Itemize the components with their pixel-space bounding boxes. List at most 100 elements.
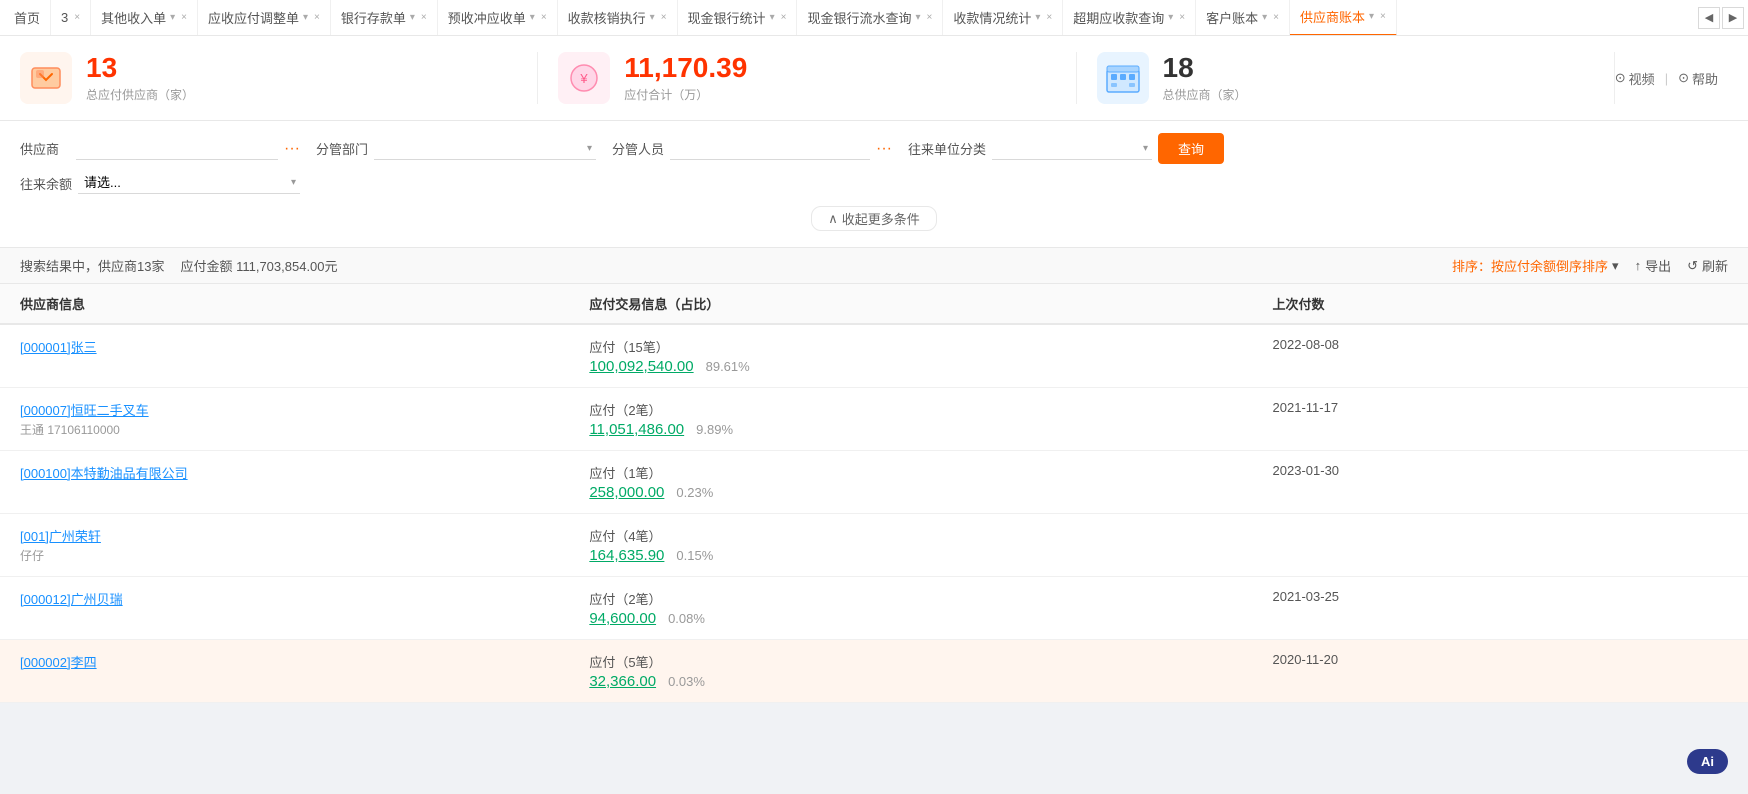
- supplier-link-5[interactable]: [000012]广州贝瑞: [20, 589, 589, 608]
- person-filter-dots[interactable]: ···: [876, 140, 892, 158]
- summary-payable-total: ¥ 11,170.39 应付合计（万）: [538, 52, 1076, 104]
- summary-payable-suppliers: 13 总应付供应商（家）: [20, 52, 538, 104]
- person-filter-input[interactable]: [670, 138, 870, 160]
- tab-3-close[interactable]: ×: [74, 12, 80, 23]
- th-lastpay: 上次付数: [1273, 294, 1728, 313]
- nav-tab-supplier-account[interactable]: 供应商账本 ▾ ×: [1290, 0, 1397, 36]
- collapse-btn-area: ∧ 收起更多条件: [20, 202, 1728, 239]
- overdue-query-label: 超期应收款查询: [1073, 8, 1164, 27]
- prepay-close[interactable]: ×: [541, 12, 547, 23]
- trans-amount-3[interactable]: 258,000.00: [589, 484, 664, 501]
- receipt-close[interactable]: ×: [661, 12, 667, 23]
- payable-adjust-close[interactable]: ×: [314, 12, 320, 23]
- payable-total-text: 11,170.39 应付合计（万）: [624, 53, 747, 103]
- trans-amount-2[interactable]: 11,051,486.00: [589, 421, 684, 438]
- balance-select-wrapper: 请选... ▾: [78, 172, 300, 194]
- collection-close[interactable]: ×: [1046, 12, 1052, 23]
- nav-tab-3[interactable]: 3 ×: [51, 0, 91, 36]
- td-transaction-4: 应付（4笔） 164,635.90 0.15%: [589, 526, 1272, 564]
- payable-adjust-arrow: ▾: [303, 12, 308, 23]
- nav-next-btn[interactable]: ▶: [1722, 7, 1744, 29]
- refresh-label: 刷新: [1702, 256, 1728, 275]
- filter-area: 供应商 ··· 分管部门 ▾ 分管人员 ··· 往来单位分类: [0, 121, 1748, 248]
- th-supplier: 供应商信息: [20, 294, 589, 313]
- person-filter-label: 分管人员: [612, 139, 664, 158]
- nav-tab-overdue-query[interactable]: 超期应收款查询 ▾ ×: [1063, 0, 1196, 36]
- supplier-account-label: 供应商账本: [1300, 7, 1365, 26]
- other-income-close[interactable]: ×: [181, 12, 187, 23]
- home-label: 首页: [14, 8, 40, 27]
- help-link[interactable]: ⊙ 帮助: [1678, 69, 1718, 88]
- td-supplier-2: [000007]恒旺二手叉车 王通 17106110000: [20, 400, 589, 438]
- result-text2: 应付金额 111,703,854.00元: [180, 256, 337, 275]
- supplier-link-1[interactable]: [000001]张三: [20, 337, 589, 356]
- trans-amount-4[interactable]: 164,635.90: [589, 547, 664, 564]
- td-transaction-1: 应付（15笔） 100,092,540.00 89.61%: [589, 337, 1272, 375]
- overdue-arrow: ▾: [1168, 12, 1173, 23]
- last-pay-date-5: 2021-03-25: [1273, 589, 1340, 604]
- cash-stat-close[interactable]: ×: [781, 12, 787, 23]
- ai-badge[interactable]: Ai: [1687, 749, 1728, 774]
- supplier-link-3[interactable]: [000100]本特勤油品有限公司: [20, 463, 589, 482]
- trans-pct-6: 0.03%: [668, 674, 705, 689]
- query-button[interactable]: 查询: [1158, 133, 1224, 164]
- result-bar: 搜索结果中，供应商13家 应付金额 111,703,854.00元 排序：按应付…: [0, 248, 1748, 284]
- supplier-link-2[interactable]: [000007]恒旺二手叉车: [20, 400, 589, 419]
- payable-total-label: 应付合计（万）: [624, 86, 747, 103]
- dept-filter-label: 分管部门: [316, 139, 368, 158]
- nav-tab-cash-bank-flow[interactable]: 现金银行流水查询 ▾ ×: [797, 0, 943, 36]
- td-supplier-6: [000002]李四: [20, 652, 589, 671]
- refresh-btn[interactable]: ↺ 刷新: [1687, 256, 1728, 275]
- nav-prev-btn[interactable]: ◀: [1698, 7, 1720, 29]
- trans-pct-4: 0.15%: [676, 548, 713, 563]
- table-row: [000002]李四 应付（5笔） 32,366.00 0.03% 2020-1…: [0, 640, 1748, 703]
- last-pay-date-1: 2022-08-08: [1273, 337, 1340, 352]
- other-income-label: 其他收入单: [101, 8, 166, 27]
- td-lastpay-3: 2023-01-30: [1273, 463, 1728, 478]
- trans-label-3: 应付（1笔）: [589, 463, 1272, 482]
- bank-deposit-close[interactable]: ×: [421, 12, 427, 23]
- supplier-filter-label: 供应商: [20, 139, 70, 158]
- balance-select[interactable]: 请选...: [78, 172, 300, 193]
- nav-tab-home[interactable]: 首页: [4, 0, 51, 36]
- trans-amount-1[interactable]: 100,092,540.00: [589, 358, 693, 375]
- result-info: 搜索结果中，供应商13家 应付金额 111,703,854.00元: [20, 256, 338, 275]
- person-filter-item: 分管人员 ···: [612, 138, 892, 160]
- nav-tab-bank-deposit[interactable]: 银行存款单 ▾ ×: [331, 0, 438, 36]
- nav-tab-cash-bank-stat[interactable]: 现金银行统计 ▾ ×: [678, 0, 798, 36]
- overdue-close[interactable]: ×: [1179, 12, 1185, 23]
- nav-tab-other-income[interactable]: 其他收入单 ▾ ×: [91, 0, 198, 36]
- supplier-sub-4: 仔仔: [20, 547, 589, 564]
- collapse-up-icon: ∧: [828, 211, 838, 227]
- flow-close[interactable]: ×: [926, 12, 932, 23]
- nav-tab-payable-adjust[interactable]: 应收应付调整单 ▾ ×: [198, 0, 331, 36]
- trans-amount-5[interactable]: 94,600.00: [589, 610, 656, 627]
- nav-tab-customer-account[interactable]: 客户账本 ▾ ×: [1196, 0, 1290, 36]
- supplier-link-4[interactable]: [001]广州荣轩: [20, 526, 589, 545]
- export-btn[interactable]: ↑ 导出: [1635, 256, 1672, 275]
- td-transaction-5: 应付（2笔） 94,600.00 0.08%: [589, 589, 1272, 627]
- video-link[interactable]: ⊙ 视频: [1615, 69, 1655, 88]
- customer-close[interactable]: ×: [1273, 12, 1279, 23]
- nav-tab-prepay-collection[interactable]: 预收冲应收单 ▾ ×: [438, 0, 558, 36]
- sort-label[interactable]: 排序：按应付余额倒序排序 ▾: [1452, 256, 1619, 275]
- dept-select[interactable]: [374, 138, 596, 159]
- category-select[interactable]: [992, 138, 1152, 159]
- customer-arrow: ▾: [1262, 12, 1267, 23]
- supplier-close[interactable]: ×: [1380, 11, 1386, 22]
- collapse-button[interactable]: ∧ 收起更多条件: [811, 206, 937, 231]
- td-supplier-1: [000001]张三: [20, 337, 589, 356]
- trans-amount-6[interactable]: 32,366.00: [589, 673, 656, 690]
- collection-arrow: ▾: [1035, 12, 1040, 23]
- cash-bank-stat-label: 现金银行统计: [688, 8, 766, 27]
- table-row: [000012]广州贝瑞 应付（2笔） 94,600.00 0.08% 2021…: [0, 577, 1748, 640]
- supplier-link-6[interactable]: [000002]李四: [20, 652, 589, 671]
- supplier-filter-input[interactable]: [76, 138, 278, 160]
- category-select-wrapper: ▾: [992, 138, 1152, 160]
- supplier-filter-dots[interactable]: ···: [284, 140, 300, 158]
- nav-arrows: ◀ ▶: [1698, 7, 1744, 29]
- category-filter-item: 往来单位分类 ▾ 查询: [908, 133, 1224, 164]
- nav-tab-receipt-verify[interactable]: 收款核销执行 ▾ ×: [558, 0, 678, 36]
- nav-tab-collection-stat[interactable]: 收款情况统计 ▾ ×: [943, 0, 1063, 36]
- video-circle-icon: ⊙: [1615, 70, 1626, 86]
